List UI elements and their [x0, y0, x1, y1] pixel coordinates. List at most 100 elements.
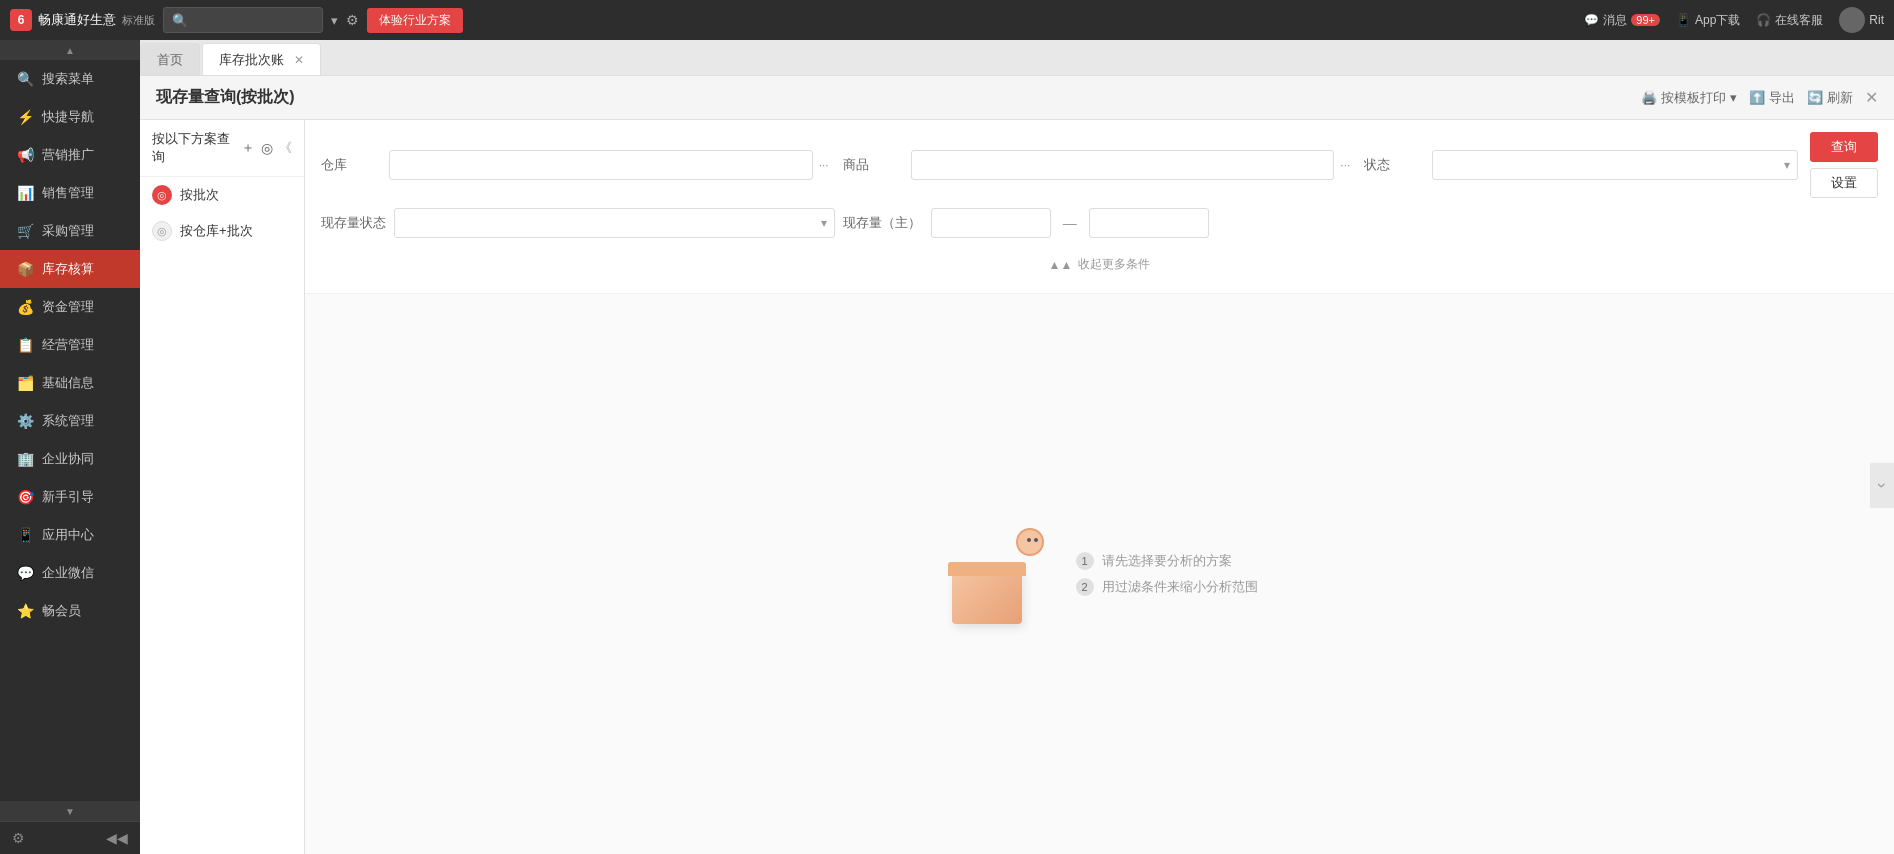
empty-tips: 1 请先选择要分析的方案 2 用过滤条件来缩小分析范围 [1076, 552, 1258, 596]
cart-icon: 🛒 [16, 222, 34, 240]
refresh-button[interactable]: 🔄 刷新 [1807, 89, 1853, 107]
sidebar-settings-icon[interactable]: ⚙ [12, 830, 25, 846]
try-industry-button[interactable]: 体验行业方案 [367, 8, 463, 33]
sidebar-item-marketing[interactable]: 📢 营销推广 [0, 136, 140, 174]
warehouse-filter-input[interactable] [389, 150, 813, 180]
collapse-filters-button[interactable]: ▲▲ 收起更多条件 [321, 248, 1878, 281]
inv-main-filter-from[interactable] [931, 208, 1051, 238]
warehouse-filter-label: 仓库 [321, 156, 381, 174]
sidebar-item-wechat[interactable]: 💬 企业微信 [0, 554, 140, 592]
message-label: 消息 [1603, 12, 1627, 29]
right-edge-area: › [1870, 463, 1894, 511]
user-name: Rit [1869, 13, 1884, 27]
export-button[interactable]: ⬆️ 导出 [1749, 89, 1795, 107]
tab-home[interactable]: 首页 [140, 43, 200, 75]
top-header: 6 畅康通好生意 标准版 🔍 ▾ ⚙ 体验行业方案 💬 消息 99+ 📱 App… [0, 0, 1894, 40]
message-action[interactable]: 💬 消息 99+ [1584, 12, 1660, 29]
warehouse-more-icon[interactable]: ··· [813, 158, 835, 172]
sidebar-scroll-down[interactable]: ▼ [0, 801, 140, 821]
sidebar-bottom: ⚙ ◀◀ [0, 821, 140, 854]
app-download-action[interactable]: 📱 App下载 [1676, 12, 1740, 29]
empty-state: 1 请先选择要分析的方案 2 用过滤条件来缩小分析范围 [942, 524, 1258, 624]
main-split: 按以下方案查询 ＋ ◎ 《 ◎ 按批次 ◎ 按仓库+批次 [140, 120, 1894, 854]
right-panel: 仓库 ··· 商品 ··· 状态 [305, 120, 1894, 854]
page-actions: 🖨️ 按模板打印 ▾ ⬆️ 导出 🔄 刷新 ✕ [1641, 88, 1878, 107]
filter-row-1: 仓库 ··· 商品 ··· 状态 [321, 132, 1878, 198]
global-search[interactable]: 🔍 [163, 7, 323, 33]
company-name: 畅康通好生意 [38, 11, 116, 29]
sidebar-item-quick-nav[interactable]: ⚡ 快捷导航 [0, 98, 140, 136]
print-button[interactable]: 🖨️ 按模板打印 ▾ [1641, 89, 1737, 107]
left-panel: 按以下方案查询 ＋ ◎ 《 ◎ 按批次 ◎ 按仓库+批次 [140, 120, 305, 854]
scheme-batch[interactable]: ◎ 按批次 [140, 177, 304, 213]
sidebar-item-system[interactable]: ⚙️ 系统管理 [0, 402, 140, 440]
sidebar-item-member[interactable]: ⭐ 畅会员 [0, 592, 140, 630]
print-dropdown-icon[interactable]: ▾ [1730, 90, 1737, 105]
collapse-icon: ▲▲ [1049, 258, 1073, 272]
settings-button[interactable]: 设置 [1810, 168, 1878, 198]
scheme-warehouse-batch[interactable]: ◎ 按仓库+批次 [140, 213, 304, 249]
sidebar-item-inventory[interactable]: 📦 库存核算 [0, 250, 140, 288]
sidebar-item-app-center[interactable]: 📱 应用中心 [0, 516, 140, 554]
dropdown-icon[interactable]: ▾ [331, 13, 338, 28]
sidebar-item-operations[interactable]: 📋 经营管理 [0, 326, 140, 364]
search-input[interactable] [192, 13, 314, 27]
box-icon: 📦 [16, 260, 34, 278]
lightning-icon: ⚡ [16, 108, 34, 126]
empty-tip-1: 1 请先选择要分析的方案 [1076, 552, 1258, 570]
inv-status-filter-select[interactable] [394, 208, 835, 238]
filter-cell-warehouse: 仓库 ··· [321, 150, 835, 180]
user-area[interactable]: Rit [1839, 7, 1884, 33]
product-filter-label: 商品 [843, 156, 903, 174]
sidebar-item-label: 搜索菜单 [42, 70, 94, 88]
tab-close-icon[interactable]: ✕ [294, 53, 304, 67]
clipboard-icon: 📋 [16, 336, 34, 354]
sidebar-item-guide[interactable]: 🎯 新手引导 [0, 478, 140, 516]
product-filter-input[interactable] [911, 150, 1335, 180]
tab-batch-account[interactable]: 库存批次账 ✕ [202, 43, 321, 75]
character-eye-left [1034, 538, 1038, 542]
customer-service-action[interactable]: 🎧 在线客服 [1756, 12, 1823, 29]
sidebar-item-sales[interactable]: 📊 销售管理 [0, 174, 140, 212]
filter-cell-inv-status: 现存量状态 [321, 208, 835, 238]
filter-cell-product: 商品 ··· [843, 150, 1357, 180]
page-content: 现存量查询(按批次) 🖨️ 按模板打印 ▾ ⬆️ 导出 🔄 刷新 [140, 76, 1894, 854]
sidebar-item-purchase[interactable]: 🛒 采购管理 [0, 212, 140, 250]
query-button[interactable]: 查询 [1810, 132, 1878, 162]
app-logo: 6 [10, 9, 32, 31]
sidebar-item-label: 库存核算 [42, 260, 94, 278]
scheme-inactive-icon: ◎ [152, 221, 172, 241]
scheme-batch-label: 按批次 [180, 186, 219, 204]
sidebar-item-basic[interactable]: 🗂️ 基础信息 [0, 364, 140, 402]
settings-icon[interactable]: ⚙ [346, 12, 359, 28]
sidebar-nav: 🔍 搜索菜单 ⚡ 快捷导航 📢 营销推广 📊 销售管理 🛒 采购管理 📦 [0, 60, 140, 801]
export-label: 导出 [1769, 89, 1795, 107]
left-panel-header: 按以下方案查询 ＋ ◎ 《 [140, 120, 304, 177]
sidebar-item-enterprise[interactable]: 🏢 企业协同 [0, 440, 140, 478]
empty-illustration [942, 524, 1052, 624]
scheme-settings-icon[interactable]: ◎ [261, 140, 273, 156]
headset-icon: 🎧 [1756, 13, 1771, 27]
sidebar-item-finance[interactable]: 💰 资金管理 [0, 288, 140, 326]
close-panel-button[interactable]: ✕ [1865, 88, 1878, 107]
sidebar-collapse-icon[interactable]: ◀◀ [106, 830, 128, 846]
collapse-left-panel-icon[interactable]: 《 [279, 139, 292, 157]
print-icon: 🖨️ [1641, 90, 1657, 105]
product-more-icon[interactable]: ··· [1334, 158, 1356, 172]
money-icon: 💰 [16, 298, 34, 316]
inv-status-filter-label: 现存量状态 [321, 214, 386, 232]
sidebar: ▲ 🔍 搜索菜单 ⚡ 快捷导航 📢 营销推广 📊 销售管理 🛒 采购管理 [0, 40, 140, 854]
message-badge: 99+ [1631, 14, 1660, 26]
customer-service-label: 在线客服 [1775, 12, 1823, 29]
sidebar-scroll-up[interactable]: ▲ [0, 40, 140, 60]
sidebar-item-search[interactable]: 🔍 搜索菜单 [0, 60, 140, 98]
add-scheme-icon[interactable]: ＋ [241, 139, 255, 157]
sidebar-item-label: 销售管理 [42, 184, 94, 202]
logo-area: 6 畅康通好生意 标准版 [10, 9, 155, 31]
right-side-toggle[interactable]: › [1870, 463, 1894, 508]
inv-main-filter-to[interactable] [1089, 208, 1209, 238]
empty-tip-2: 2 用过滤条件来缩小分析范围 [1076, 578, 1258, 596]
status-filter-select[interactable] [1432, 150, 1798, 180]
tab-home-label: 首页 [157, 51, 183, 69]
filter-row-2: 现存量状态 现存量（主） — [321, 208, 1878, 238]
